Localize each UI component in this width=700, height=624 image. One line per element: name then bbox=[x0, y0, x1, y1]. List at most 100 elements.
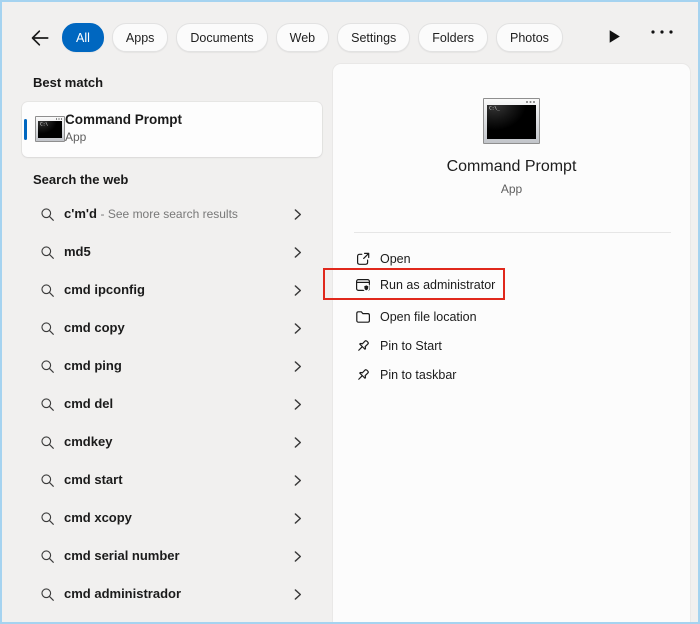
suggestion-label: cmd serial number bbox=[64, 548, 180, 563]
tab-web-label: Web bbox=[290, 31, 315, 45]
pin-icon bbox=[355, 338, 371, 354]
suggestion-label: cmd xcopy bbox=[64, 510, 132, 525]
chevron-right-icon[interactable] bbox=[291, 512, 304, 525]
tab-folders-label: Folders bbox=[432, 31, 474, 45]
action-label: Pin to Start bbox=[380, 339, 442, 353]
suggestion-label: cmd administrador bbox=[64, 586, 181, 601]
command-prompt-icon: C:\ bbox=[35, 116, 65, 142]
tab-documents-label: Documents bbox=[190, 31, 253, 45]
run-as-admin-icon bbox=[355, 277, 371, 293]
action-label: Pin to taskbar bbox=[380, 368, 456, 382]
chevron-right-icon[interactable] bbox=[291, 550, 304, 563]
suggestion-label: cmdkey bbox=[64, 434, 112, 449]
suggestion-suffix: - See more search results bbox=[101, 207, 238, 221]
app-title: Command Prompt bbox=[447, 158, 577, 176]
tab-all-label: All bbox=[76, 31, 90, 45]
open-external-icon bbox=[355, 251, 371, 267]
search-icon bbox=[40, 359, 55, 374]
action-open-file-location[interactable]: Open file location bbox=[343, 303, 680, 331]
action-pin-to-taskbar[interactable]: Pin to taskbar bbox=[343, 361, 680, 389]
search-icon bbox=[40, 511, 55, 526]
chevron-right-icon[interactable] bbox=[291, 588, 304, 601]
action-pin-to-start[interactable]: Pin to Start bbox=[343, 332, 680, 360]
chevron-right-icon[interactable] bbox=[291, 436, 304, 449]
tab-web[interactable]: Web bbox=[276, 23, 329, 52]
tab-documents[interactable]: Documents bbox=[176, 23, 267, 52]
tab-settings[interactable]: Settings bbox=[337, 23, 410, 52]
suggestion-label: cmd del bbox=[64, 396, 113, 411]
search-icon bbox=[40, 207, 55, 222]
play-icon[interactable] bbox=[608, 29, 622, 45]
back-icon[interactable] bbox=[29, 27, 51, 49]
suggestion-label: cmd ipconfig bbox=[64, 282, 145, 297]
web-suggestions-list: c'm'd - See more search results md5 cmd … bbox=[22, 196, 324, 614]
search-suggestion-row[interactable]: cmd xcopy bbox=[22, 500, 324, 538]
search-suggestion-row[interactable]: cmdkey bbox=[22, 424, 324, 462]
tab-folders[interactable]: Folders bbox=[418, 23, 488, 52]
search-icon bbox=[40, 587, 55, 602]
window-dots-icon bbox=[61, 118, 63, 120]
tab-all[interactable]: All bbox=[62, 23, 104, 52]
chevron-right-icon[interactable] bbox=[291, 474, 304, 487]
search-suggestion-row[interactable]: cmd ipconfig bbox=[22, 272, 324, 310]
search-the-web-heading: Search the web bbox=[33, 172, 128, 187]
action-open[interactable]: Open bbox=[343, 245, 680, 273]
app-detail-panel: C:\_ Command Prompt App Open Run as admi… bbox=[333, 64, 690, 624]
app-subtitle: App bbox=[501, 182, 522, 196]
terminal-prompt-text: C:\_ bbox=[489, 106, 500, 111]
tab-apps-label: Apps bbox=[126, 31, 155, 45]
search-icon bbox=[40, 283, 55, 298]
suggestion-label: cmd copy bbox=[64, 320, 125, 335]
search-suggestion-row[interactable]: cmd ping bbox=[22, 348, 324, 386]
search-suggestion-row[interactable]: cmd administrador bbox=[22, 576, 324, 614]
folder-icon bbox=[355, 309, 371, 325]
suggestion-query: c'm'd bbox=[64, 206, 97, 221]
chevron-right-icon[interactable] bbox=[291, 246, 304, 259]
window-dots-icon bbox=[533, 101, 535, 103]
best-match-subtitle: App bbox=[65, 130, 182, 144]
search-suggestion-row[interactable]: cmd copy bbox=[22, 310, 324, 348]
chevron-right-icon[interactable] bbox=[291, 398, 304, 411]
command-prompt-icon-large: C:\_ bbox=[483, 98, 540, 144]
terminal-screen: C:\ bbox=[38, 121, 62, 138]
suggestion-label: c'm'd - See more search results bbox=[64, 206, 238, 221]
search-icon bbox=[40, 321, 55, 336]
suggestion-label: cmd ping bbox=[64, 358, 122, 373]
search-results-panel: Best match C:\ Command Prompt App Search… bbox=[22, 64, 324, 624]
more-options-icon[interactable] bbox=[650, 28, 676, 46]
search-suggestion-row[interactable]: cmd del bbox=[22, 386, 324, 424]
action-run-as-administrator[interactable]: Run as administrator bbox=[343, 271, 680, 299]
pin-icon bbox=[355, 367, 371, 383]
tab-apps[interactable]: Apps bbox=[112, 23, 169, 52]
action-label: Run as administrator bbox=[380, 278, 495, 292]
search-suggestion-row[interactable]: cmd serial number bbox=[22, 538, 324, 576]
tab-photos[interactable]: Photos bbox=[496, 23, 563, 52]
search-suggestion-row[interactable]: c'm'd - See more search results bbox=[22, 196, 324, 234]
selection-accent-bar bbox=[24, 119, 27, 140]
chevron-right-icon[interactable] bbox=[291, 208, 304, 221]
search-filter-tabs: All Apps Documents Web Settings Folders … bbox=[62, 23, 563, 52]
search-icon bbox=[40, 397, 55, 412]
chevron-right-icon[interactable] bbox=[291, 322, 304, 335]
search-suggestion-row[interactable]: md5 bbox=[22, 234, 324, 272]
tab-settings-label: Settings bbox=[351, 31, 396, 45]
search-icon bbox=[40, 435, 55, 450]
terminal-prompt-text: C:\ bbox=[40, 122, 48, 127]
action-label: Open file location bbox=[380, 310, 477, 324]
best-match-heading: Best match bbox=[33, 75, 103, 90]
chevron-right-icon[interactable] bbox=[291, 284, 304, 297]
search-icon bbox=[40, 549, 55, 564]
search-icon bbox=[40, 245, 55, 260]
best-match-title: Command Prompt bbox=[65, 112, 182, 127]
divider bbox=[354, 232, 671, 233]
app-hero: C:\_ Command Prompt App bbox=[333, 64, 690, 196]
suggestion-label: md5 bbox=[64, 244, 91, 259]
search-icon bbox=[40, 473, 55, 488]
best-match-text: Command Prompt App bbox=[65, 112, 182, 144]
search-suggestion-row[interactable]: cmd start bbox=[22, 462, 324, 500]
best-match-item-command-prompt[interactable]: C:\ Command Prompt App bbox=[22, 102, 322, 157]
suggestion-label: cmd start bbox=[64, 472, 123, 487]
chevron-right-icon[interactable] bbox=[291, 360, 304, 373]
tab-photos-label: Photos bbox=[510, 31, 549, 45]
windows-search-window: All Apps Documents Web Settings Folders … bbox=[0, 0, 700, 624]
